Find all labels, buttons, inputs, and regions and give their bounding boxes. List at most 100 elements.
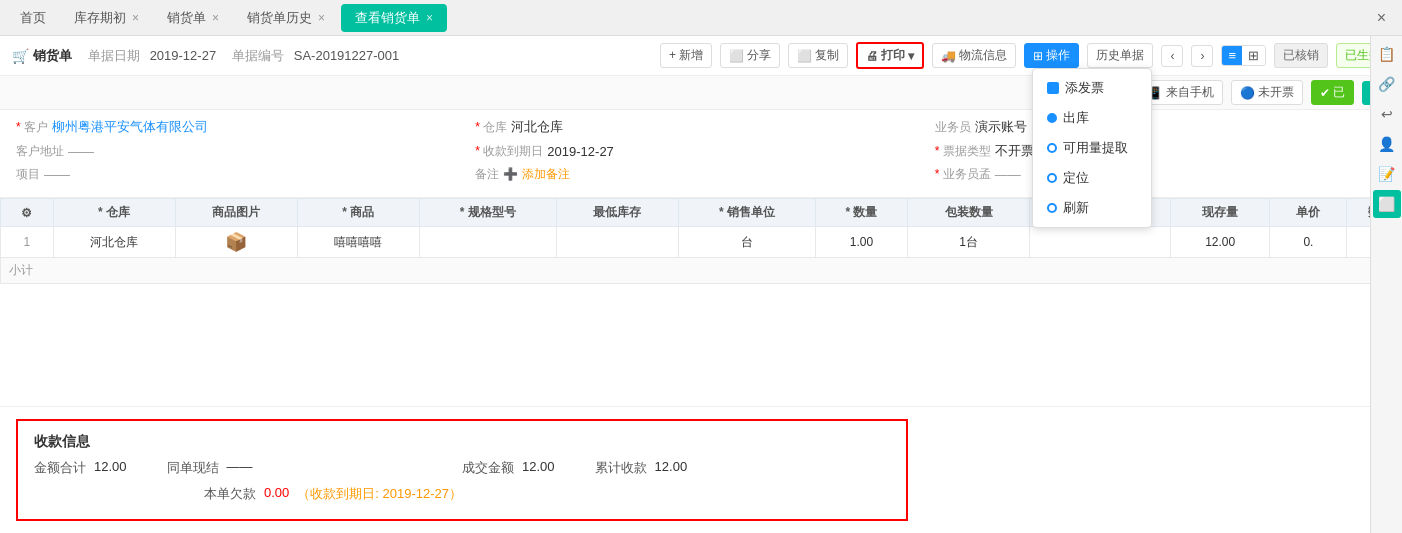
menu-add-invoice[interactable]: 添发票 bbox=[1033, 73, 1151, 103]
outbound-label: 出库 bbox=[1063, 109, 1089, 127]
share-button[interactable]: ⬜ 分享 bbox=[720, 43, 780, 68]
menu-refresh[interactable]: 刷新 bbox=[1033, 193, 1151, 223]
payment-date-value: 2019-12-27 bbox=[547, 144, 614, 159]
logistics-icon: 🚚 bbox=[941, 49, 956, 63]
row-unit: 台 bbox=[678, 227, 815, 258]
tab-sales[interactable]: 销货单 × bbox=[155, 4, 231, 32]
row-image: 📦 bbox=[175, 227, 297, 258]
menu-available-qty[interactable]: 可用量提取 bbox=[1033, 133, 1151, 163]
product-table: ⚙ * 仓库 商品图片 * 商品 * 规格型号 最低库存 * 销售单位 * 数量… bbox=[0, 198, 1402, 284]
tab-sales-history-label: 销货单历史 bbox=[247, 9, 312, 27]
available-qty-label: 可用量提取 bbox=[1063, 139, 1128, 157]
locate-label: 定位 bbox=[1063, 169, 1089, 187]
ticket-type-field: 票据类型 不开票 bbox=[935, 142, 1386, 160]
new-button[interactable]: + 新增 bbox=[660, 43, 712, 68]
logistics-button[interactable]: 🚚 物流信息 bbox=[932, 43, 1016, 68]
next-button[interactable]: › bbox=[1191, 45, 1213, 67]
operate-dropdown: 添发票 出库 可用量提取 定位 刷新 bbox=[1032, 68, 1152, 228]
col-qty: * 数量 bbox=[815, 199, 907, 227]
payment-date-field: 收款到期日 2019-12-27 bbox=[475, 143, 926, 160]
amount-total-value: 12.00 bbox=[94, 459, 127, 477]
list-view-btn[interactable]: ≡ bbox=[1222, 46, 1242, 65]
grid-view-btn[interactable]: ⊞ bbox=[1242, 46, 1265, 65]
window-close-btn[interactable]: × bbox=[1369, 9, 1394, 27]
tab-sales-history-close[interactable]: × bbox=[318, 11, 325, 25]
print-button[interactable]: 🖨 打印 ▾ bbox=[856, 42, 924, 69]
plus-icon: ➕ bbox=[503, 167, 518, 181]
receipt-grid: 金额合计 12.00 同单现结 —— 成交金额 12.00 累计收款 12.00… bbox=[34, 459, 890, 507]
payment-date-label: 收款到期日 bbox=[475, 143, 543, 160]
col-pack-qty: 包装数量 bbox=[908, 199, 1030, 227]
sidebar-icon-5[interactable]: 📝 bbox=[1373, 160, 1401, 188]
this-owe-label: 本单欠款 bbox=[204, 485, 256, 503]
refresh-label: 刷新 bbox=[1063, 199, 1089, 217]
row-available bbox=[1030, 227, 1171, 258]
form-row-3: 项目 —— 备注 ➕ 添加备注 业务员孟 —— bbox=[16, 166, 1386, 183]
print-icon: 🖨 bbox=[866, 49, 878, 63]
confirmed-btn[interactable]: ✔ 已 bbox=[1311, 80, 1354, 105]
note-field: 备注 ➕ 添加备注 bbox=[475, 166, 926, 183]
subtotal-label: 小计 bbox=[1, 258, 1402, 284]
tab-sales-label: 销货单 bbox=[167, 9, 206, 27]
table-header-row: ⚙ * 仓库 商品图片 * 商品 * 规格型号 最低库存 * 销售单位 * 数量… bbox=[1, 199, 1402, 227]
sidebar-icon-2[interactable]: 🔗 bbox=[1373, 70, 1401, 98]
tab-inventory-close[interactable]: × bbox=[132, 11, 139, 25]
sidebar-icon-4[interactable]: 👤 bbox=[1373, 130, 1401, 158]
tab-home[interactable]: 首页 bbox=[8, 4, 58, 32]
tab-bar: 首页 库存期初 × 销货单 × 销货单历史 × 查看销货单 × × bbox=[0, 0, 1402, 36]
date-label-text: 单据日期 bbox=[88, 48, 140, 63]
operate-button[interactable]: ⊞ 操作 bbox=[1024, 43, 1079, 68]
salesperson2-label: 业务员孟 bbox=[935, 166, 991, 183]
col-min-stock: 最低库存 bbox=[556, 199, 678, 227]
address-field: 客户地址 —— bbox=[16, 143, 467, 160]
tab-inventory-label: 库存期初 bbox=[74, 9, 126, 27]
receipt-row-1: 金额合计 12.00 同单现结 —— bbox=[34, 459, 462, 477]
not-open-ticket-btn[interactable]: 🔵 未开票 bbox=[1231, 80, 1303, 105]
customer-value[interactable]: 柳州粤港平安气体有限公司 bbox=[52, 118, 208, 136]
tab-view-sales[interactable]: 查看销货单 × bbox=[341, 4, 447, 32]
tab-sales-close[interactable]: × bbox=[212, 11, 219, 25]
col-warehouse: * 仓库 bbox=[53, 199, 175, 227]
doc-icon: 🛒 bbox=[12, 48, 29, 64]
product-table-wrap: ⚙ * 仓库 商品图片 * 商品 * 规格型号 最低库存 * 销售单位 * 数量… bbox=[0, 198, 1402, 407]
project-value: —— bbox=[44, 167, 70, 182]
row-product: 嘻嘻嘻嘻 bbox=[297, 227, 419, 258]
address-value: —— bbox=[68, 144, 94, 159]
sidebar-icon-3[interactable]: ↩ bbox=[1373, 100, 1401, 128]
tab-sales-history[interactable]: 销货单历史 × bbox=[235, 4, 337, 32]
col-settings[interactable]: ⚙ bbox=[1, 199, 54, 227]
refresh-icon bbox=[1047, 203, 1057, 213]
main-content: 🛒 销货单 单据日期 2019-12-27 单据编号 SA-20191227-0… bbox=[0, 36, 1402, 533]
salesperson-label: 业务员 bbox=[935, 119, 971, 136]
copy-icon: ⬜ bbox=[797, 49, 812, 63]
warehouse-label: 仓库 bbox=[475, 119, 507, 136]
ticket-type-value: 不开票 bbox=[995, 142, 1034, 160]
row-warehouse: 河北仓库 bbox=[53, 227, 175, 258]
add-note-btn[interactable]: ➕ 添加备注 bbox=[503, 166, 569, 183]
col-unit: * 销售单位 bbox=[678, 199, 815, 227]
tab-inventory[interactable]: 库存期初 × bbox=[62, 4, 151, 32]
add-invoice-icon bbox=[1047, 82, 1059, 94]
ticket-icon: 🔵 bbox=[1240, 86, 1255, 100]
add-note-label: 添加备注 bbox=[522, 167, 570, 181]
row-spec bbox=[419, 227, 556, 258]
receipt-row-2: 成交金额 12.00 累计收款 12.00 bbox=[462, 459, 890, 477]
share-icon: ⬜ bbox=[729, 49, 744, 63]
tab-view-sales-close[interactable]: × bbox=[426, 11, 433, 25]
available-qty-icon bbox=[1047, 143, 1057, 153]
no-value: SA-20191227-001 bbox=[294, 48, 400, 63]
copy-button[interactable]: ⬜ 复制 bbox=[788, 43, 848, 68]
doc-title: 销货单 bbox=[33, 47, 72, 65]
no-label: 单据编号 SA-20191227-001 bbox=[232, 47, 399, 65]
print-dropdown-arrow: ▾ bbox=[908, 49, 914, 63]
sidebar-icon-1[interactable]: 📋 bbox=[1373, 40, 1401, 68]
sidebar-icon-6[interactable]: ⬜ bbox=[1373, 190, 1401, 218]
menu-locate[interactable]: 定位 bbox=[1033, 163, 1151, 193]
row-qty: 1.00 bbox=[815, 227, 907, 258]
confirm-icon: ✔ bbox=[1320, 86, 1330, 100]
menu-outbound[interactable]: 出库 bbox=[1033, 103, 1151, 133]
prev-button[interactable]: ‹ bbox=[1161, 45, 1183, 67]
table-row: 1 河北仓库 📦 嘻嘻嘻嘻 台 1.00 1台 12.00 0. bbox=[1, 227, 1402, 258]
history-button[interactable]: 历史单据 bbox=[1087, 43, 1153, 68]
row-current-stock: 12.00 bbox=[1170, 227, 1270, 258]
